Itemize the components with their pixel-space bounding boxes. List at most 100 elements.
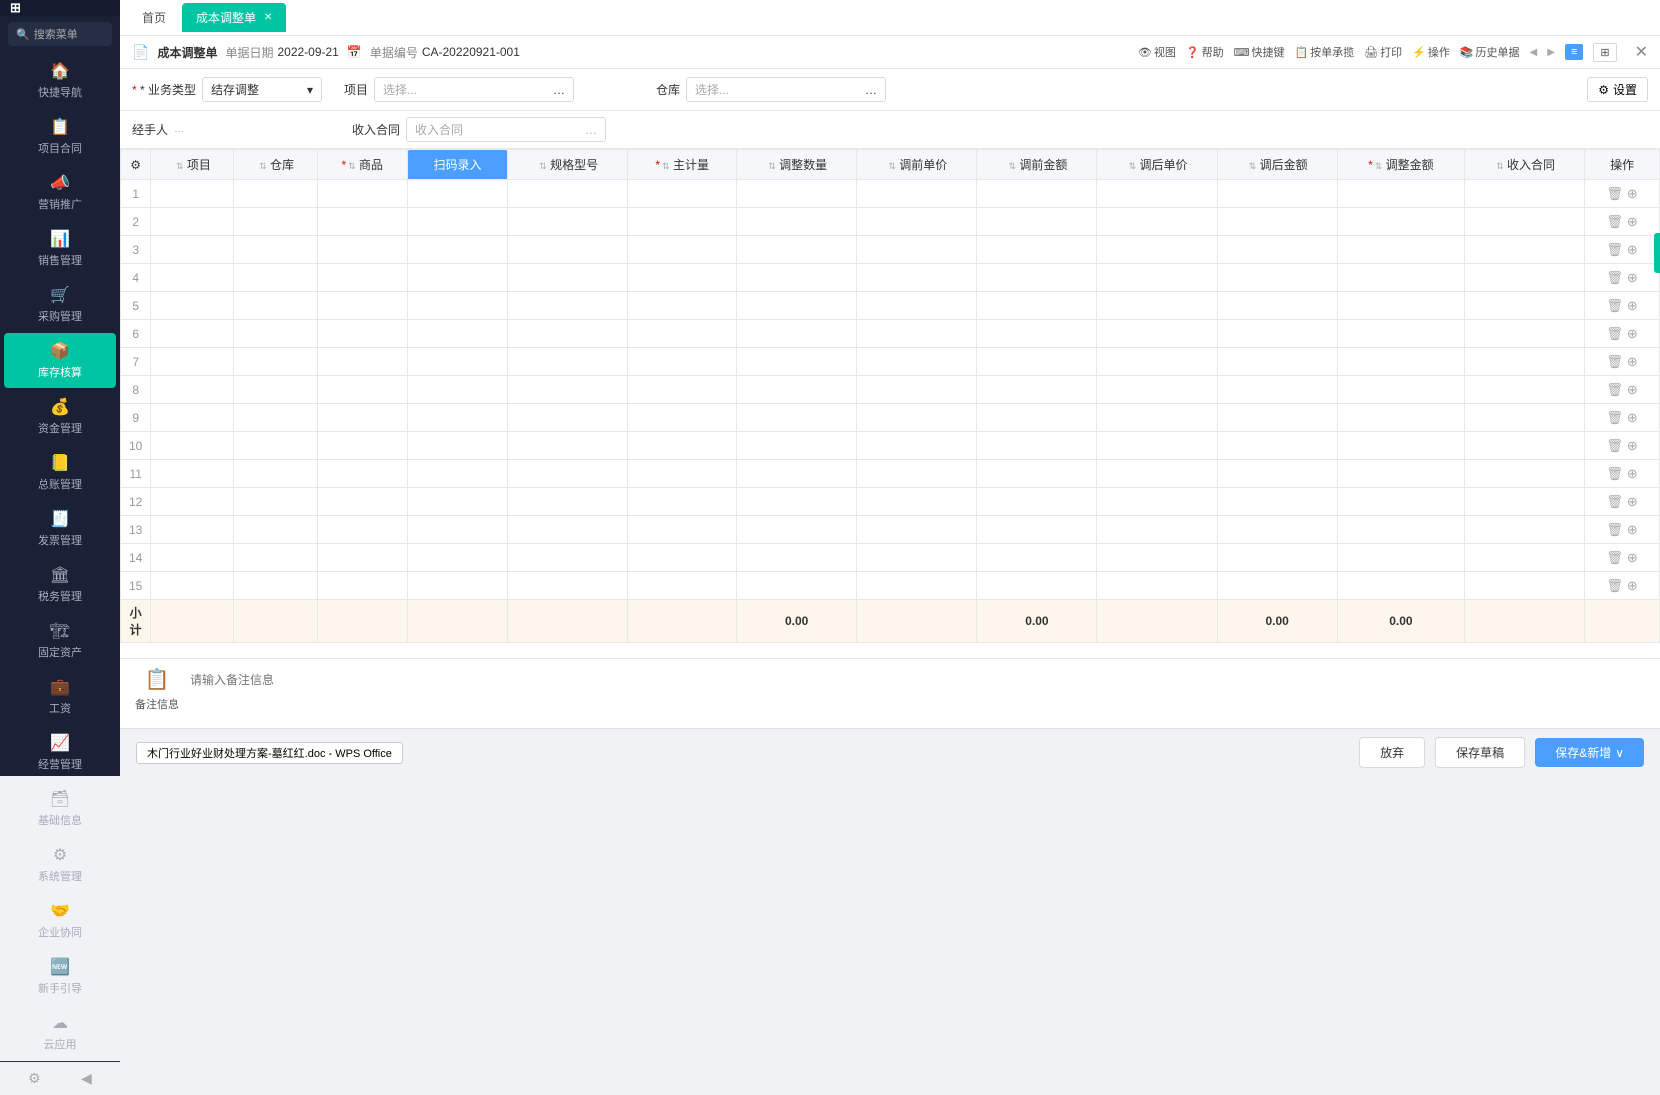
cell-product[interactable] xyxy=(317,292,407,320)
cell-project[interactable] xyxy=(151,432,234,460)
view-action[interactable]: 👁 视图 xyxy=(1138,44,1176,60)
cell-spectype[interactable] xyxy=(508,264,628,292)
cell-spectype[interactable] xyxy=(508,516,628,544)
cell-spectype[interactable] xyxy=(508,292,628,320)
sidebar-item-inventory[interactable]: 📦库存核算 xyxy=(4,333,116,388)
cell-adjust-amt[interactable] xyxy=(1337,348,1464,376)
sidebar-search[interactable]: 🔍 搜索菜单 xyxy=(8,22,112,46)
cell-after-amt[interactable] xyxy=(1217,572,1337,600)
cell-unit[interactable] xyxy=(628,264,737,292)
cell-warehouse[interactable] xyxy=(234,488,317,516)
project-select[interactable]: 选择... … xyxy=(374,77,574,102)
income-contract-select[interactable]: 收入合同 … xyxy=(406,117,606,142)
cell-scan[interactable] xyxy=(407,180,507,208)
cell-project[interactable] xyxy=(151,236,234,264)
cell-spectype[interactable] xyxy=(508,320,628,348)
cell-before-amt[interactable] xyxy=(977,488,1097,516)
cell-after-price[interactable] xyxy=(1097,264,1217,292)
sidebar-item-marketing[interactable]: 📣营销推广 xyxy=(4,165,116,220)
copy-row-btn[interactable]: ⊕ xyxy=(1627,270,1638,286)
cell-project[interactable] xyxy=(151,404,234,432)
cell-income-contract[interactable] xyxy=(1465,404,1585,432)
cell-before-amt[interactable] xyxy=(977,320,1097,348)
cell-spectype[interactable] xyxy=(508,208,628,236)
cell-scan[interactable] xyxy=(407,460,507,488)
cell-project[interactable] xyxy=(151,488,234,516)
cell-qty[interactable] xyxy=(737,460,857,488)
cell-scan[interactable] xyxy=(407,572,507,600)
cell-qty[interactable] xyxy=(737,320,857,348)
cell-qty[interactable] xyxy=(737,208,857,236)
cell-product[interactable] xyxy=(317,460,407,488)
cell-before-price[interactable] xyxy=(857,404,977,432)
operation-action[interactable]: ⚡ 操作 xyxy=(1412,44,1450,60)
cell-after-price[interactable] xyxy=(1097,376,1217,404)
cell-before-amt[interactable] xyxy=(977,460,1097,488)
cell-before-price[interactable] xyxy=(857,376,977,404)
cell-before-price[interactable] xyxy=(857,432,977,460)
copy-row-btn[interactable]: ⊕ xyxy=(1627,242,1638,258)
cell-income-contract[interactable] xyxy=(1465,432,1585,460)
cell-income-contract[interactable] xyxy=(1465,180,1585,208)
cell-income-contract[interactable] xyxy=(1465,544,1585,572)
cell-project[interactable] xyxy=(151,180,234,208)
print-action[interactable]: 🖨 打印 xyxy=(1364,44,1402,60)
delete-row-btn[interactable]: 🗑 xyxy=(1606,354,1623,370)
copy-row-btn[interactable]: ⊕ xyxy=(1627,326,1638,342)
cell-qty[interactable] xyxy=(737,292,857,320)
close-form-btn[interactable]: ✕ xyxy=(1635,42,1648,62)
cell-spectype[interactable] xyxy=(508,236,628,264)
cell-spectype[interactable] xyxy=(508,376,628,404)
cell-scan[interactable] xyxy=(407,236,507,264)
cell-scan[interactable] xyxy=(407,432,507,460)
cell-after-amt[interactable] xyxy=(1217,320,1337,348)
cell-warehouse[interactable] xyxy=(234,404,317,432)
cell-after-price[interactable] xyxy=(1097,292,1217,320)
delete-row-btn[interactable]: 🗑 xyxy=(1606,438,1623,454)
cell-qty[interactable] xyxy=(737,376,857,404)
cell-warehouse[interactable] xyxy=(234,180,317,208)
save-new-button[interactable]: 保存&新增 ∨ xyxy=(1535,738,1644,767)
cell-product[interactable] xyxy=(317,488,407,516)
cell-project[interactable] xyxy=(151,460,234,488)
cell-product[interactable] xyxy=(317,320,407,348)
shortcut-action[interactable]: ⌨ 快捷键 xyxy=(1234,44,1285,60)
cell-after-amt[interactable] xyxy=(1217,544,1337,572)
card-view-btn[interactable]: ⊞ xyxy=(1593,43,1616,62)
cell-scan[interactable] xyxy=(407,264,507,292)
cell-before-amt[interactable] xyxy=(977,544,1097,572)
cell-after-amt[interactable] xyxy=(1217,348,1337,376)
cell-after-price[interactable] xyxy=(1097,460,1217,488)
cell-unit[interactable] xyxy=(628,516,737,544)
cell-before-amt[interactable] xyxy=(977,404,1097,432)
cell-before-amt[interactable] xyxy=(977,264,1097,292)
cell-qty[interactable] xyxy=(737,572,857,600)
cell-adjust-amt[interactable] xyxy=(1337,180,1464,208)
cell-after-price[interactable] xyxy=(1097,516,1217,544)
delete-row-btn[interactable]: 🗑 xyxy=(1606,466,1623,482)
cell-unit[interactable] xyxy=(628,432,737,460)
cell-qty[interactable] xyxy=(737,348,857,376)
list-view-btn[interactable]: ≡ xyxy=(1565,44,1583,60)
cell-before-amt[interactable] xyxy=(977,432,1097,460)
cell-before-price[interactable] xyxy=(857,208,977,236)
cell-product[interactable] xyxy=(317,544,407,572)
cell-scan[interactable] xyxy=(407,376,507,404)
cell-after-price[interactable] xyxy=(1097,488,1217,516)
sidebar-item-cooperation[interactable]: 🤝企业协同 xyxy=(4,893,116,948)
sidebar-item-cloud[interactable]: ☁云应用 xyxy=(4,1005,116,1060)
nav-prev[interactable]: ◀ xyxy=(1530,47,1538,58)
cell-adjust-amt[interactable] xyxy=(1337,516,1464,544)
cell-scan[interactable] xyxy=(407,348,507,376)
cell-after-amt[interactable] xyxy=(1217,236,1337,264)
cell-scan[interactable] xyxy=(407,208,507,236)
cell-after-amt[interactable] xyxy=(1217,292,1337,320)
copy-row-btn[interactable]: ⊕ xyxy=(1627,382,1638,398)
cell-scan[interactable] xyxy=(407,320,507,348)
cell-spectype[interactable] xyxy=(508,348,628,376)
cell-spectype[interactable] xyxy=(508,572,628,600)
cell-warehouse[interactable] xyxy=(234,208,317,236)
sidebar-item-quicknav[interactable]: 🏠快捷导航 xyxy=(4,53,116,108)
cell-product[interactable] xyxy=(317,376,407,404)
cell-adjust-amt[interactable] xyxy=(1337,292,1464,320)
